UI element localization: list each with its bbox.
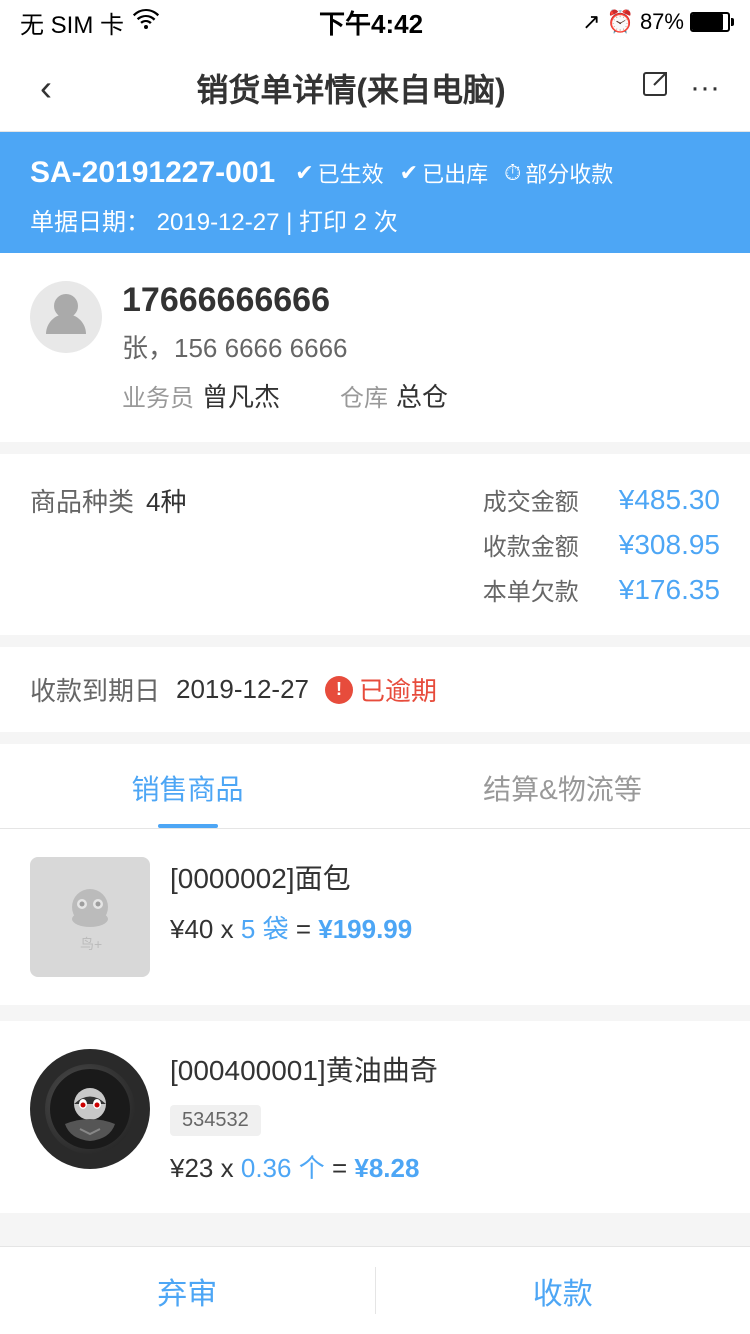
confirm-button[interactable]: 收款 xyxy=(376,1247,750,1334)
product-unit-1: 袋 xyxy=(263,914,289,944)
product-total-2: ¥8.28 xyxy=(354,1153,419,1183)
bottom-bar: 弃审 收款 xyxy=(0,1246,750,1334)
product-total-1: ¥199.99 xyxy=(318,914,412,944)
overdue-badge: ! 已逾期 xyxy=(325,671,437,708)
product-badge-2: 534532 xyxy=(170,1105,261,1136)
check-icon-2: ✔ xyxy=(400,160,418,186)
status-tag-shipped: ✔ 已出库 xyxy=(400,157,488,189)
product-thumbnail-1: 鸟+ xyxy=(30,857,150,977)
header-banner: SA-20191227-001 ✔ 已生效 ✔ 已出库 ⏱ 部分收款 单据日期：… xyxy=(0,132,750,253)
wifi-icon xyxy=(132,8,160,36)
table-row: [000400001]黄油曲奇 534532 ¥23 x 0.36 个 = ¥8… xyxy=(0,1021,750,1213)
product-info-1: [0000002]面包 ¥40 x 5 袋 = ¥199.99 xyxy=(170,857,720,977)
debt-row: 本单欠款 ¥176.35 xyxy=(483,572,720,607)
sales-label: 业务员 xyxy=(122,378,194,413)
transaction-value: ¥485.30 xyxy=(619,484,720,516)
alarm-icon: ⏰ xyxy=(607,9,634,35)
product-image-2 xyxy=(45,1064,135,1154)
location-icon: ↗ xyxy=(582,9,600,35)
status-right: ↗ ⏰ 87% xyxy=(582,9,730,35)
back-button[interactable]: ‹ xyxy=(30,57,62,119)
product-name-2: [000400001]黄油曲奇 xyxy=(170,1049,720,1089)
customer-section: 17666666666 张，156 6666 6666 业务员 曾凡杰 仓库 总… xyxy=(0,253,750,454)
tab-products[interactable]: 销售商品 xyxy=(0,744,375,828)
tab-settlement[interactable]: 结算&物流等 xyxy=(375,744,750,828)
nav-bar: ‹ 销货单详情(来自电脑) ··· xyxy=(0,44,750,132)
status-bar: 无 SIM 卡 下午4:42 ↗ ⏰ 87% xyxy=(0,0,750,44)
battery-text: 87% xyxy=(640,9,684,35)
status-tag-partial: ⏱ 部分收款 xyxy=(504,157,613,189)
cancel-button[interactable]: 弃审 xyxy=(0,1247,375,1334)
overdue-text: 已逾期 xyxy=(359,671,437,708)
product-type-stat: 商品种类 4种 xyxy=(30,482,186,519)
customer-name: 张，156 6666 6666 xyxy=(122,328,720,365)
stats-section: 商品种类 4种 成交金额 ¥485.30 收款金额 ¥308.95 本单欠款 ¥… xyxy=(0,454,750,647)
transaction-label: 成交金额 xyxy=(483,482,579,517)
warehouse-label: 仓库 xyxy=(340,378,388,413)
sales-value: 曾凡杰 xyxy=(202,377,280,414)
tabs: 销售商品 结算&物流等 xyxy=(0,744,750,829)
transaction-row: 成交金额 ¥485.30 xyxy=(483,482,720,517)
clock-icon: ⏱ xyxy=(504,160,521,186)
battery-icon xyxy=(690,12,730,32)
carrier-text: 无 SIM 卡 xyxy=(20,5,124,40)
warehouse-meta: 仓库 总仓 xyxy=(340,377,448,414)
product-qty-2: 0.36 xyxy=(241,1153,292,1183)
product-info-2: [000400001]黄油曲奇 534532 ¥23 x 0.36 个 = ¥8… xyxy=(170,1049,720,1185)
debt-value: ¥176.35 xyxy=(619,574,720,606)
sales-meta: 业务员 曾凡杰 xyxy=(122,377,280,414)
received-label: 收款金额 xyxy=(483,527,579,562)
product-type-label: 商品种类 xyxy=(30,482,134,519)
status-tags: ✔ 已生效 ✔ 已出库 ⏱ 部分收款 xyxy=(295,157,613,189)
due-section: 收款到期日 2019-12-27 ! 已逾期 xyxy=(0,647,750,744)
status-left: 无 SIM 卡 xyxy=(20,5,160,40)
status-tag-effective: ✔ 已生效 xyxy=(295,157,383,189)
avatar xyxy=(30,281,102,353)
customer-meta: 业务员 曾凡杰 仓库 总仓 xyxy=(122,377,720,414)
share-icon[interactable] xyxy=(640,69,670,107)
customer-info: 17666666666 张，156 6666 6666 业务员 曾凡杰 仓库 总… xyxy=(122,281,720,414)
product-price-1: ¥40 x 5 袋 = ¥199.99 xyxy=(170,909,720,946)
received-row: 收款金额 ¥308.95 xyxy=(483,527,720,562)
debt-label: 本单欠款 xyxy=(483,572,579,607)
more-icon[interactable]: ··· xyxy=(690,71,720,105)
received-value: ¥308.95 xyxy=(619,529,720,561)
nav-actions: ··· xyxy=(640,69,720,107)
thumb-placeholder-1: 鸟+ xyxy=(30,857,150,977)
product-type-value: 4种 xyxy=(146,482,186,519)
stats-left: 商品种类 4种 xyxy=(30,482,186,607)
status-time: 下午4:42 xyxy=(319,4,423,41)
due-date-value: 2019-12-27 xyxy=(176,674,309,705)
product-thumbnail-2 xyxy=(30,1049,150,1169)
due-label: 收款到期日 xyxy=(30,671,160,708)
stats-right: 成交金额 ¥485.30 收款金额 ¥308.95 本单欠款 ¥176.35 xyxy=(483,482,720,607)
product-price-2: ¥23 x 0.36 个 = ¥8.28 xyxy=(170,1148,720,1185)
products-list: 鸟+ [0000002]面包 ¥40 x 5 袋 = ¥199.99 xyxy=(0,829,750,1213)
overdue-dot-icon: ! xyxy=(325,676,353,704)
customer-phone: 17666666666 xyxy=(122,281,720,320)
product-qty-1: 5 xyxy=(241,914,255,944)
order-id: SA-20191227-001 xyxy=(30,156,275,190)
page-title: 销货单详情(来自电脑) xyxy=(196,65,505,111)
product-unit-2: 个 xyxy=(299,1153,325,1183)
product-name-1: [0000002]面包 xyxy=(170,857,720,897)
check-icon-1: ✔ xyxy=(295,160,313,186)
table-row: 鸟+ [0000002]面包 ¥40 x 5 袋 = ¥199.99 xyxy=(0,829,750,1005)
banner-row1: SA-20191227-001 ✔ 已生效 ✔ 已出库 ⏱ 部分收款 xyxy=(30,156,720,190)
banner-row2: 单据日期： 2019-12-27 | 打印 2 次 xyxy=(30,202,720,237)
avatar-icon xyxy=(40,286,92,349)
warehouse-value: 总仓 xyxy=(396,377,448,414)
svg-text:鸟+: 鸟+ xyxy=(80,936,102,952)
